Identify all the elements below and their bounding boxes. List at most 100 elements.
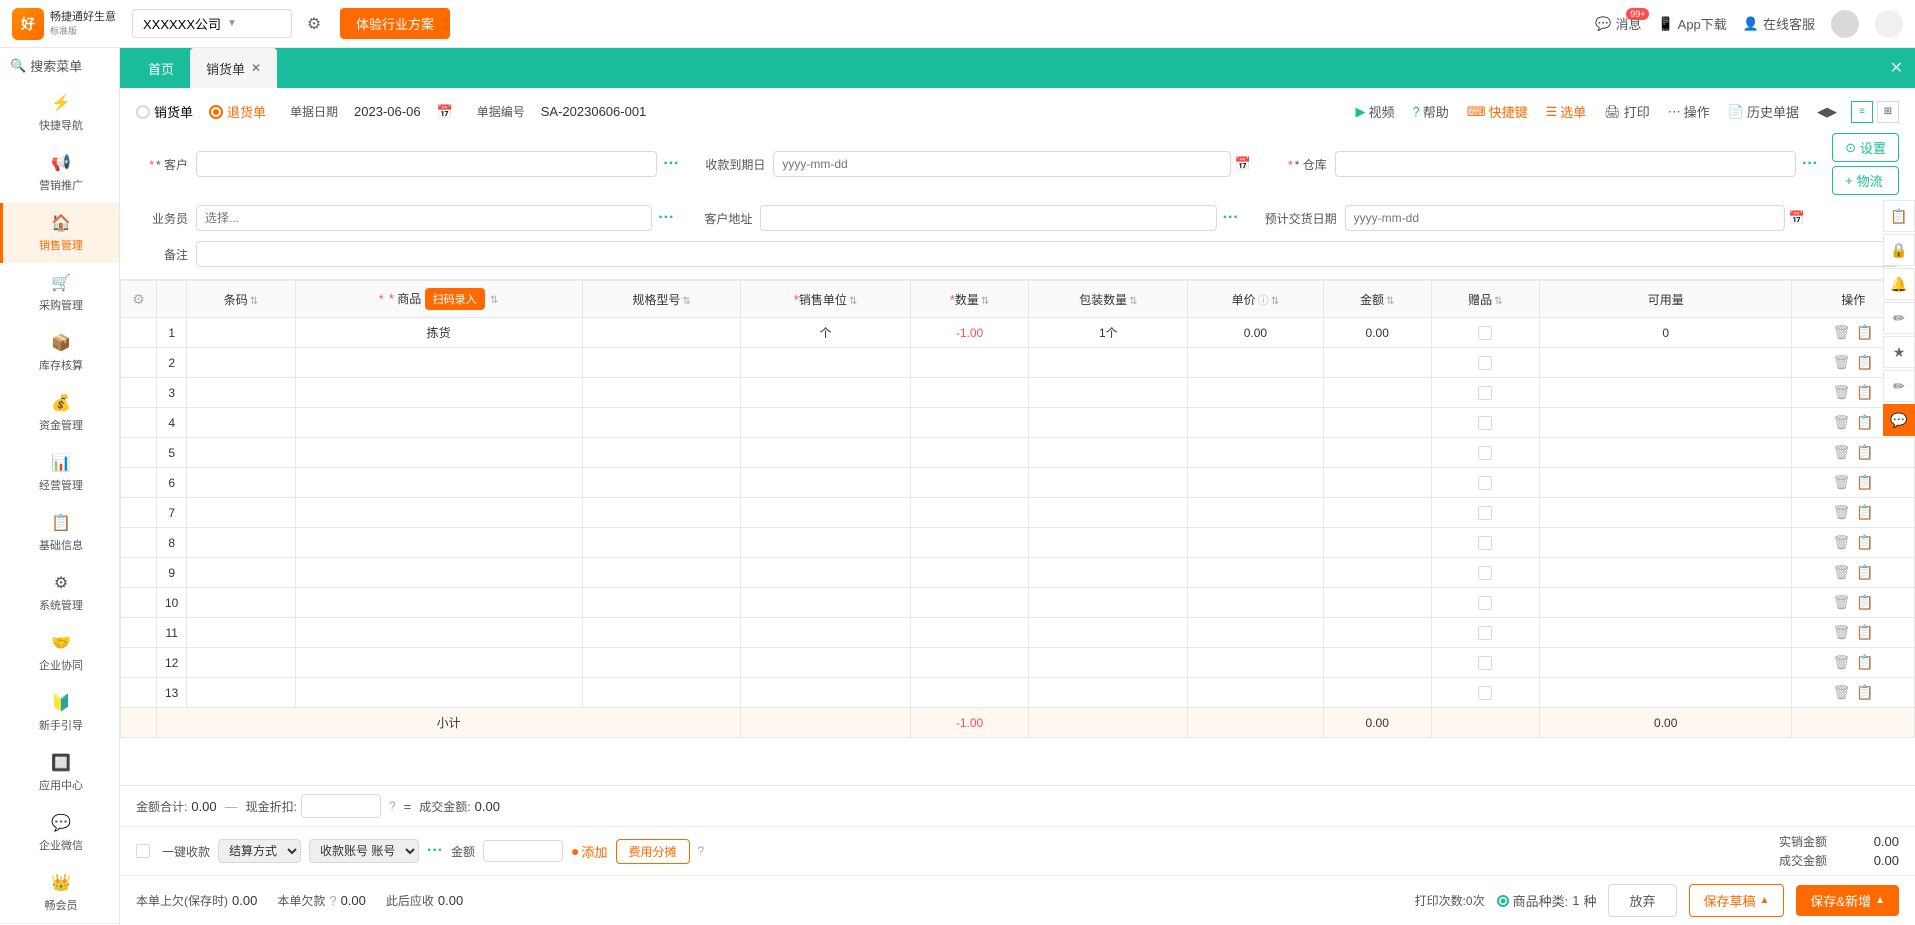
copy-icon[interactable]: 📋 — [1856, 654, 1873, 671]
sidebar-item-wecom[interactable]: 💬 企业微信 — [0, 803, 119, 863]
copy-icon[interactable]: 📋 — [1856, 564, 1873, 581]
warehouse-input[interactable]: 建材仓 — [1335, 151, 1796, 177]
delete-icon[interactable]: 🗑 — [1833, 384, 1851, 401]
delete-icon[interactable]: 🗑 — [1833, 654, 1851, 671]
app-download-button[interactable]: 📱 App下载 — [1657, 14, 1726, 33]
add-payment-btn[interactable]: ● 添加 — [571, 842, 607, 861]
sidebar-item-purchase[interactable]: 🛒 采购管理 — [0, 263, 119, 323]
copy-icon[interactable]: 📋 — [1856, 324, 1873, 341]
copy-icon[interactable]: 📋 — [1856, 474, 1873, 491]
rf-icon-6[interactable]: ✏ — [1883, 370, 1915, 402]
payment-account-select[interactable]: 收款账号 账号 — [309, 839, 419, 863]
rf-icon-5[interactable]: ★ — [1883, 336, 1915, 368]
tab-home[interactable]: 首页 — [132, 48, 190, 88]
sidebar-item-guide[interactable]: 🔰 新手引导 — [0, 683, 119, 743]
sidebar-item-quick-nav[interactable]: ⚡ 快捷导航 — [0, 83, 119, 143]
toolbar-shortcut-btn[interactable]: ⌨ 快捷键 — [1463, 100, 1532, 123]
toolbar-operation-btn[interactable]: ⋯ 操作 — [1664, 100, 1714, 123]
toolbar-history-btn[interactable]: 📄 历史单据 — [1724, 100, 1803, 123]
top-settings-icon[interactable]: ⚙ — [300, 10, 328, 38]
payment-amount-input[interactable] — [483, 840, 563, 862]
tab-close-icon[interactable]: ✕ — [251, 61, 261, 75]
payment-help-icon[interactable]: ? — [698, 844, 705, 858]
calendar-icon-date[interactable]: 📅 — [437, 104, 453, 120]
rf-icon-2[interactable]: 🔒 — [1883, 234, 1915, 266]
one-click-pay-checkbox[interactable] — [136, 844, 150, 858]
abandon-button[interactable]: 放弃 — [1608, 884, 1676, 917]
due-date-input[interactable] — [773, 151, 1230, 177]
toolbar-print-btn[interactable]: 🖨 打印 — [1600, 100, 1654, 123]
copy-icon[interactable]: 📋 — [1856, 414, 1873, 431]
scan-button[interactable]: 扫码录入 — [425, 288, 485, 310]
layout-list-icon[interactable]: ≡ — [1851, 101, 1873, 123]
sidebar-item-system[interactable]: ⚙ 系统管理 — [0, 563, 119, 623]
toolbar-video-btn[interactable]: ▶ 视频 — [1352, 100, 1399, 123]
copy-icon[interactable]: 📋 — [1856, 504, 1873, 521]
total-owed-help-icon[interactable]: ? — [329, 893, 336, 908]
sidebar-item-sales[interactable]: 🏠 销售管理 — [0, 203, 119, 263]
online-service-button[interactable]: 👤 在线客服 — [1743, 14, 1815, 33]
delete-icon[interactable]: 🗑 — [1833, 684, 1851, 701]
toolbar-help-btn[interactable]: ? 帮助 — [1409, 100, 1453, 123]
delete-icon[interactable]: 🗑 — [1833, 414, 1851, 431]
note-input[interactable] — [196, 241, 1899, 267]
message-button[interactable]: 💬 消息 99+ — [1595, 14, 1641, 33]
delete-icon[interactable]: 🗑 — [1833, 444, 1851, 461]
salesperson-ellipsis-icon[interactable]: ··· — [652, 209, 680, 227]
copy-icon[interactable]: 📋 — [1856, 534, 1873, 551]
radio-return[interactable]: 退货单 — [209, 102, 266, 121]
toolbar-select-btn[interactable]: ☰ 选单 — [1542, 100, 1591, 123]
sidebar-item-operations[interactable]: 📊 经营管理 — [0, 443, 119, 503]
user-avatar-2[interactable] — [1875, 10, 1903, 38]
salesperson-input[interactable] — [196, 205, 652, 231]
split-button[interactable]: 费用分摊 — [616, 839, 690, 864]
trial-button[interactable]: 体验行业方案 — [340, 8, 450, 39]
sidebar-item-marketing[interactable]: 📢 营销推广 — [0, 143, 119, 203]
sidebar-item-member[interactable]: 👑 畅会员 — [0, 863, 119, 923]
save-new-button[interactable]: 保存&新增 ▲ — [1796, 885, 1899, 916]
sidebar-search[interactable]: 🔍 搜索菜单 — [0, 48, 119, 83]
copy-icon[interactable]: 📋 — [1856, 354, 1873, 371]
delete-icon[interactable]: 🗑 — [1833, 624, 1851, 641]
delete-icon[interactable]: 🗑 — [1833, 504, 1851, 521]
delete-icon[interactable]: 🗑 — [1833, 564, 1851, 581]
copy-icon[interactable]: 📋 — [1856, 624, 1873, 641]
discount-input[interactable] — [301, 794, 381, 818]
customer-ellipsis-icon[interactable]: ··· — [657, 155, 685, 173]
copy-icon[interactable]: 📋 — [1856, 594, 1873, 611]
sidebar-item-capital[interactable]: 💰 资金管理 — [0, 383, 119, 443]
rf-icon-1[interactable]: 📋 — [1883, 200, 1915, 232]
copy-icon[interactable]: 📋 — [1856, 444, 1873, 461]
delete-icon[interactable]: 🗑 — [1833, 324, 1851, 341]
tab-bar-close-icon[interactable]: ✕ — [1890, 58, 1903, 78]
warehouse-ellipsis-icon[interactable]: ··· — [1796, 155, 1824, 173]
sidebar-item-inventory[interactable]: 📦 库存核算 — [0, 323, 119, 383]
settings-button[interactable]: ⊙ 设置 — [1832, 133, 1899, 162]
delete-icon[interactable]: 🗑 — [1833, 534, 1851, 551]
copy-icon[interactable]: 📋 — [1856, 384, 1873, 401]
delete-icon[interactable]: 🗑 — [1833, 594, 1851, 611]
customer-address-input[interactable] — [760, 205, 1216, 231]
customer-input[interactable] — [196, 151, 657, 177]
delete-icon[interactable]: 🗑 — [1833, 354, 1851, 371]
sidebar-item-app-center[interactable]: 🔲 应用中心 — [0, 743, 119, 803]
delivery-date-input[interactable] — [1345, 205, 1785, 231]
calendar-icon-delivery[interactable]: 📅 — [1785, 210, 1809, 226]
toolbar-nav-arrows[interactable]: ◀ ▶ — [1813, 102, 1841, 122]
tab-sales-order[interactable]: 销货单 ✕ — [190, 48, 277, 88]
layout-grid-icon[interactable]: ⊞ — [1877, 101, 1899, 123]
delete-icon[interactable]: 🗑 — [1833, 474, 1851, 491]
user-avatar[interactable] — [1831, 10, 1859, 38]
rf-icon-4[interactable]: ✏ — [1883, 302, 1915, 334]
rf-icon-3[interactable]: 🔔 — [1883, 268, 1915, 300]
save-draft-button[interactable]: 保存草稿 ▲ — [1689, 884, 1785, 917]
rf-icon-orange[interactable]: 💬 — [1883, 404, 1915, 436]
payment-method-select[interactable]: 结算方式 — [218, 839, 301, 863]
address-ellipsis-icon[interactable]: ··· — [1217, 209, 1245, 227]
payment-ellipsis-icon[interactable]: ··· — [427, 842, 443, 860]
copy-icon[interactable]: 📋 — [1856, 684, 1873, 701]
calendar-icon-due[interactable]: 📅 — [1231, 156, 1255, 172]
discount-help-icon[interactable]: ? — [389, 799, 396, 813]
logistics-button[interactable]: + 物流 — [1832, 166, 1899, 195]
sidebar-item-base[interactable]: 📋 基础信息 — [0, 503, 119, 563]
